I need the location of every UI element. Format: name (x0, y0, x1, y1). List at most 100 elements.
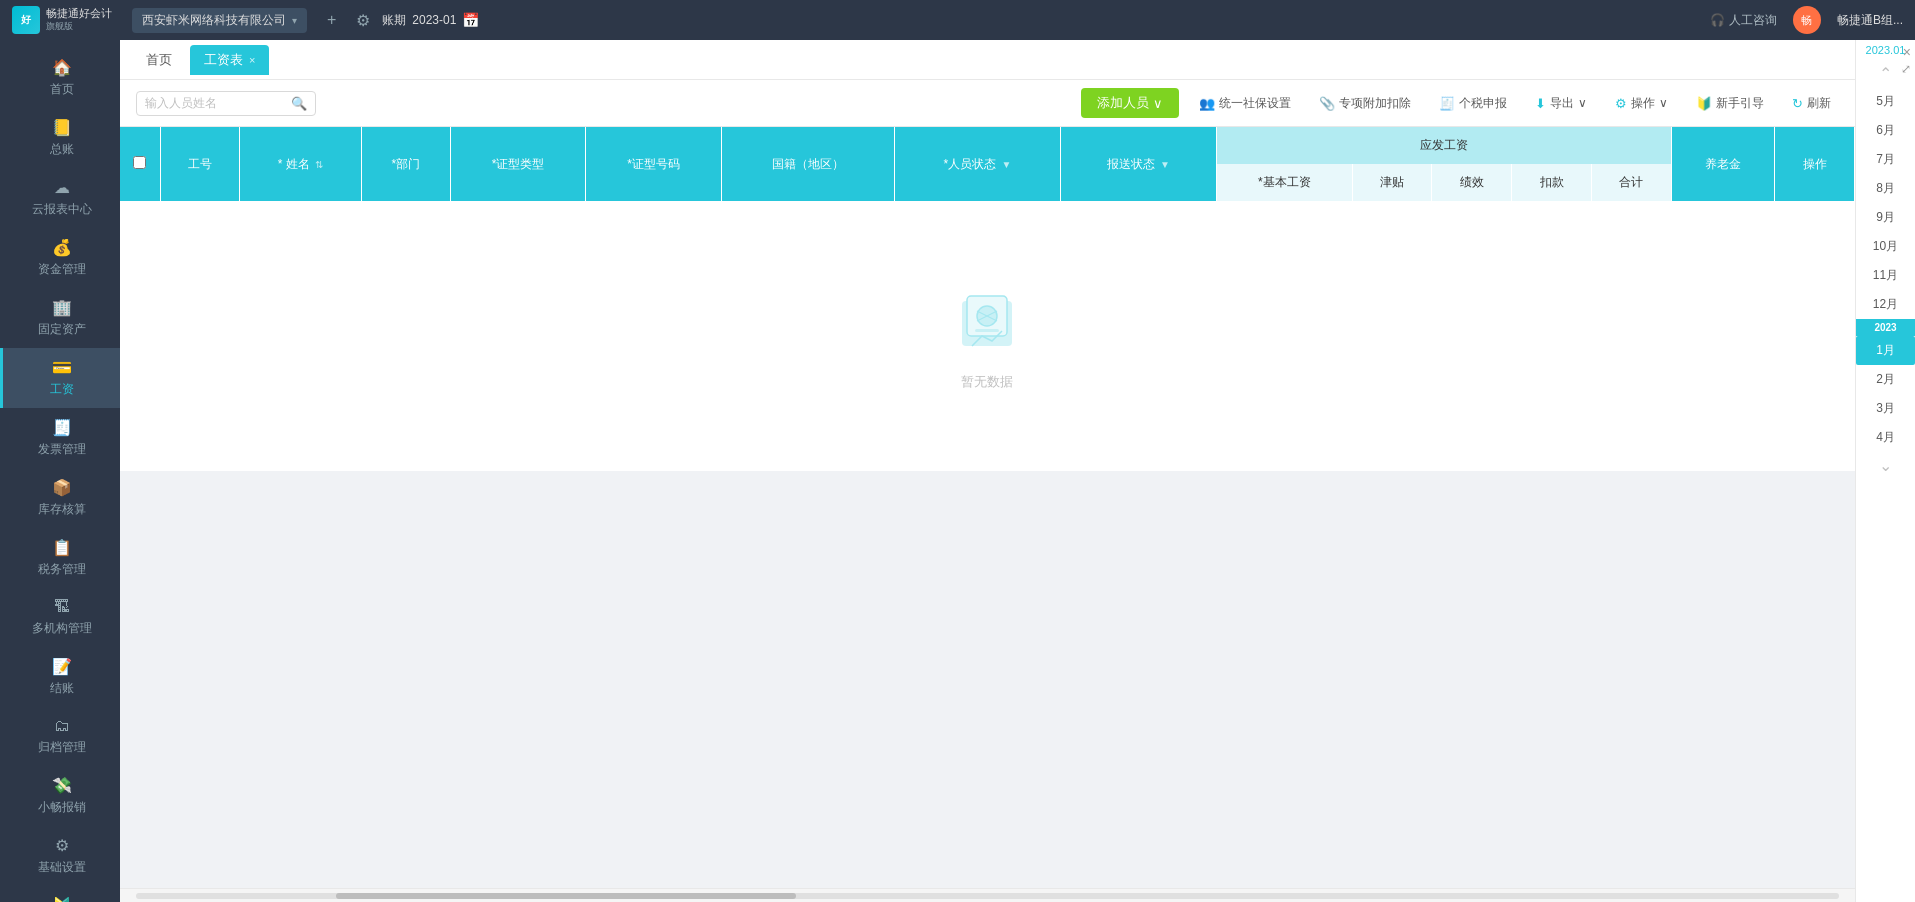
content-area: 首页 工资表 × 🔍 添加人员 ∨ 👥 统一社保设置 📎 (120, 40, 1855, 902)
month-scroll-down[interactable]: ⌄ (1856, 452, 1915, 479)
sidebar-label-salary: 工资 (50, 381, 74, 398)
account-period: 账期 2023-01 📅 (382, 12, 479, 29)
user-avatar[interactable]: 畅 (1793, 6, 1821, 34)
social-insurance-button[interactable]: 👥 统一社保设置 (1191, 91, 1299, 116)
sidebar-label-settings: 基础设置 (38, 859, 86, 876)
sidebar-item-inventory[interactable]: 📦 库存核算 (0, 468, 120, 528)
month-item-12[interactable]: 12月 (1856, 290, 1915, 319)
sidebar-item-archive[interactable]: 🗂 归档管理 (0, 707, 120, 766)
name-sort-icon[interactable]: ⇅ (315, 159, 323, 170)
tab-bar: 首页 工资表 × (120, 40, 1855, 80)
month-item-10[interactable]: 10月 (1856, 232, 1915, 261)
month-item-7[interactable]: 7月 (1856, 145, 1915, 174)
deduction-label: 专项附加扣除 (1339, 95, 1411, 112)
sidebar-label-archive: 归档管理 (38, 739, 86, 756)
refresh-button[interactable]: ↻ 刷新 (1784, 91, 1839, 116)
month-item-9[interactable]: 9月 (1856, 203, 1915, 232)
calendar-icon[interactable]: 📅 (462, 12, 479, 28)
archive-icon: 🗂 (54, 717, 70, 735)
sidebar-item-expense[interactable]: 💸 小畅报销 (0, 766, 120, 826)
sidebar-item-multi-org[interactable]: 🏗 多机构管理 (0, 588, 120, 647)
scroll-track (136, 893, 1839, 899)
personal-tax-icon: 🧾 (1439, 96, 1455, 111)
export-chevron-icon: ∨ (1578, 96, 1587, 110)
tab-home[interactable]: 首页 (132, 45, 186, 75)
sidebar-item-tax[interactable]: 📋 税务管理 (0, 528, 120, 588)
new-guide-icon: 🔰 (1696, 96, 1712, 111)
sidebar-label-invoice: 发票管理 (38, 441, 86, 458)
header-right: 🎧 人工咨询 畅 畅捷通B组... (1710, 6, 1903, 34)
close-month-panel-button[interactable]: × (1903, 44, 1911, 60)
multi-org-icon: 🏗 (54, 598, 70, 616)
logo-area: 好 畅捷通好会计 旗舰版 (12, 6, 132, 34)
operation-button[interactable]: ⚙ 操作 ∨ (1607, 91, 1676, 116)
month-item-1-active[interactable]: 1月 (1856, 336, 1915, 365)
sidebar: 🏠 首页 📒 总账 ☁ 云报表中心 💰 资金管理 🏢 固定资产 💳 工资 🧾 发… (0, 40, 120, 902)
tab-home-label: 首页 (146, 51, 172, 69)
month-item-11[interactable]: 11月 (1856, 261, 1915, 290)
scroll-thumb[interactable] (336, 893, 796, 899)
header-id-number: *证型号码 (586, 127, 722, 201)
social-icon: 👥 (1199, 96, 1215, 111)
sidebar-item-fund[interactable]: 💰 资金管理 (0, 228, 120, 288)
header-allowance: 津贴 (1352, 164, 1432, 201)
report-filter-icon[interactable]: ▼ (1160, 159, 1170, 170)
sidebar-item-salary[interactable]: 💳 工资 (0, 348, 120, 408)
new-guide-button[interactable]: 🔰 新手引导 (1688, 91, 1772, 116)
app-name: 畅捷通好会计 (46, 7, 112, 20)
month-item-2[interactable]: 2月 (1856, 365, 1915, 394)
month-item-5[interactable]: 5月 (1856, 87, 1915, 116)
sidebar-item-home[interactable]: 🏠 首页 (0, 48, 120, 108)
empty-state-cell: 暂无数据 (120, 201, 1855, 471)
tab-salary-close-icon[interactable]: × (249, 54, 255, 66)
month-item-4[interactable]: 4月 (1856, 423, 1915, 452)
sidebar-item-invoice[interactable]: 🧾 发票管理 (0, 408, 120, 468)
export-button[interactable]: ⬇ 导出 ∨ (1527, 91, 1595, 116)
month-item-6[interactable]: 6月 (1856, 116, 1915, 145)
month-panel: × ⤢ 2023.01 ⌃ 5月 6月 7月 8月 9月 10月 11月 12月… (1855, 40, 1915, 902)
header-total: 合计 (1592, 164, 1672, 201)
sidebar-label-cloud: 云报表中心 (32, 201, 92, 218)
header-person-status: *人员状态 ▼ (895, 127, 1060, 201)
month-item-3[interactable]: 3月 (1856, 394, 1915, 423)
header-actions: + ⚙ (323, 9, 374, 32)
sidebar-item-ledger[interactable]: 📒 总账 (0, 108, 120, 168)
company-selector[interactable]: 西安虾米网络科技有限公司 ▾ (132, 8, 307, 33)
sidebar-label-expense: 小畅报销 (38, 799, 86, 816)
header-action: 操作 (1775, 127, 1855, 201)
settings-button[interactable]: ⚙ (352, 9, 374, 32)
header-pension: 养老金 (1671, 127, 1774, 201)
sidebar-label-inventory: 库存核算 (38, 501, 86, 518)
select-all-checkbox[interactable] (133, 156, 146, 169)
sidebar-item-close[interactable]: 📝 结账 (0, 647, 120, 707)
salary-icon: 💳 (52, 358, 72, 377)
sidebar-item-cloud-report[interactable]: ☁ 云报表中心 (0, 168, 120, 228)
search-input[interactable] (145, 96, 285, 110)
month-item-8[interactable]: 8月 (1856, 174, 1915, 203)
sidebar-item-fixed-assets[interactable]: 🏢 固定资产 (0, 288, 120, 348)
header-nation: 国籍（地区） (721, 127, 894, 201)
sidebar-item-settings[interactable]: ⚙ 基础设置 (0, 826, 120, 886)
personal-tax-label: 个税申报 (1459, 95, 1507, 112)
add-person-button[interactable]: 添加人员 ∨ (1081, 88, 1179, 118)
empty-icon (947, 281, 1027, 361)
service-button[interactable]: 🎧 人工咨询 (1710, 12, 1777, 29)
empty-text: 暂无数据 (961, 373, 1013, 391)
tab-salary[interactable]: 工资表 × (190, 45, 269, 75)
fund-icon: 💰 (52, 238, 72, 257)
expand-month-panel-button[interactable]: ⤢ (1901, 62, 1911, 76)
header-deduction: 扣款 (1512, 164, 1592, 201)
bottom-scroll[interactable] (120, 888, 1855, 902)
table-body: 暂无数据 (120, 201, 1855, 471)
new-guide-label: 新手引导 (1716, 95, 1764, 112)
table-container: 工号 * 姓名 ⇅ *部门 *证型类型 *证型号码 国籍（地区） *人员状态 ▼ (120, 127, 1855, 888)
building-icon: 🏢 (52, 298, 72, 317)
sidebar-label-home: 首页 (50, 81, 74, 98)
status-filter-icon[interactable]: ▼ (1002, 159, 1012, 170)
special-deduction-button[interactable]: 📎 专项附加扣除 (1311, 91, 1419, 116)
sidebar-item-guide[interactable]: 🔰 新手引导 (0, 886, 120, 902)
header-pay-wages-group: 应发工资 (1216, 127, 1671, 164)
personal-tax-button[interactable]: 🧾 个税申报 (1431, 91, 1515, 116)
sidebar-label-multi: 多机构管理 (32, 620, 92, 637)
add-company-button[interactable]: + (323, 9, 340, 31)
